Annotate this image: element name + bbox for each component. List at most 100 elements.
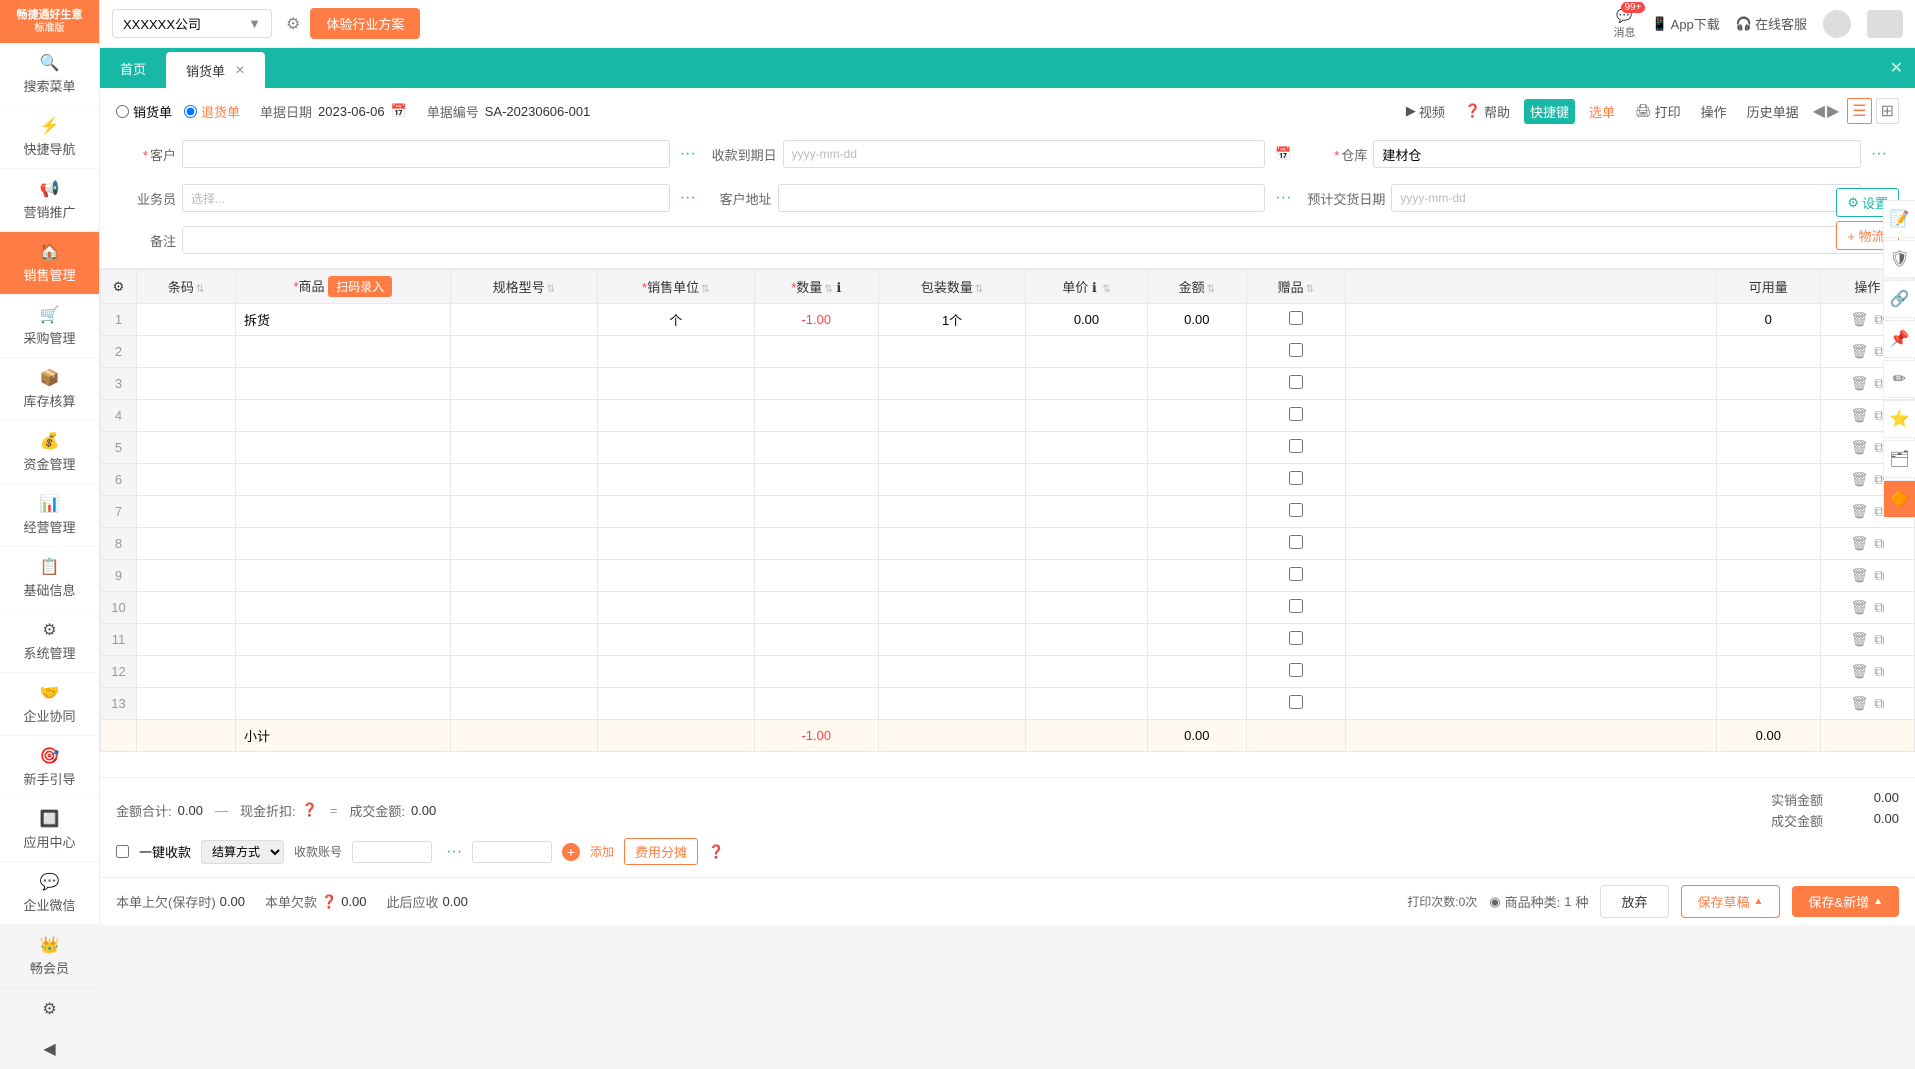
address-picker-icon[interactable]: ··· bbox=[1275, 189, 1291, 207]
row-pack-qty[interactable] bbox=[878, 624, 1025, 656]
float-edit-button[interactable]: ✏ bbox=[1883, 360, 1915, 398]
video-button[interactable]: ▶ 视频 bbox=[1400, 99, 1451, 124]
select-button[interactable]: 选单 bbox=[1583, 99, 1621, 124]
row-delete-icon[interactable]: 🗑 bbox=[1850, 631, 1868, 648]
tab-sales-order[interactable]: 销货单 ✕ bbox=[166, 52, 265, 88]
row-qty[interactable] bbox=[754, 688, 878, 720]
row-unit[interactable] bbox=[597, 528, 754, 560]
row-unit[interactable] bbox=[597, 464, 754, 496]
history-button[interactable]: 历史单据 bbox=[1741, 99, 1805, 124]
row-gift[interactable] bbox=[1246, 592, 1345, 624]
discount-help-icon[interactable]: ❓ bbox=[302, 802, 318, 818]
row-unit[interactable] bbox=[597, 400, 754, 432]
row-amount[interactable] bbox=[1147, 400, 1246, 432]
row-unit[interactable] bbox=[597, 496, 754, 528]
help-button[interactable]: ❓ 帮助 bbox=[1459, 99, 1516, 124]
scan-button[interactable]: 扫码录入 bbox=[328, 276, 392, 297]
row-qty[interactable]: -1.00 bbox=[754, 304, 878, 336]
row-delete-icon[interactable]: 🗑 bbox=[1850, 375, 1868, 392]
row-pack-qty[interactable] bbox=[878, 496, 1025, 528]
row-delete-icon[interactable]: 🗑 bbox=[1850, 311, 1868, 328]
customer-picker-icon[interactable]: ··· bbox=[680, 145, 696, 163]
row-copy-icon[interactable]: ⧉ bbox=[1874, 599, 1884, 616]
row-copy-icon[interactable]: ⧉ bbox=[1874, 567, 1884, 584]
account-picker-icon[interactable]: ··· bbox=[446, 843, 462, 861]
row-gift[interactable] bbox=[1246, 336, 1345, 368]
sidebar-item-inventory[interactable]: 📦 库存核算 bbox=[0, 358, 99, 421]
topbar-gear-icon[interactable]: ⚙ bbox=[286, 14, 300, 34]
save-draft-button[interactable]: 保存草稿 ▲ bbox=[1681, 885, 1781, 918]
row-price[interactable] bbox=[1026, 400, 1148, 432]
row-price[interactable] bbox=[1026, 496, 1148, 528]
row-amount[interactable] bbox=[1147, 656, 1246, 688]
row-gift[interactable] bbox=[1246, 368, 1345, 400]
sidebar-settings[interactable]: ⚙ bbox=[0, 989, 99, 1029]
row-amount[interactable] bbox=[1147, 688, 1246, 720]
row-barcode[interactable] bbox=[137, 464, 236, 496]
row-barcode[interactable] bbox=[137, 336, 236, 368]
row-delete-icon[interactable]: 🗑 bbox=[1850, 471, 1868, 488]
row-goods[interactable] bbox=[236, 624, 451, 656]
company-selector[interactable]: XXXXXX公司 ▼ bbox=[112, 9, 272, 38]
row-qty[interactable] bbox=[754, 496, 878, 528]
app-download-button[interactable]: 📱 App下载 bbox=[1651, 14, 1719, 33]
row-gift[interactable] bbox=[1246, 496, 1345, 528]
row-amount[interactable] bbox=[1147, 368, 1246, 400]
row-unit[interactable] bbox=[597, 560, 754, 592]
row-gift[interactable] bbox=[1246, 400, 1345, 432]
row-pack-qty[interactable] bbox=[878, 656, 1025, 688]
row-gift[interactable] bbox=[1246, 528, 1345, 560]
row-unit[interactable] bbox=[597, 656, 754, 688]
row-unit[interactable] bbox=[597, 624, 754, 656]
row-gift[interactable] bbox=[1246, 304, 1345, 336]
row-unit[interactable] bbox=[597, 336, 754, 368]
row-gift[interactable] bbox=[1246, 656, 1345, 688]
customer-input[interactable] bbox=[182, 140, 670, 168]
online-service-button[interactable]: 🎧 在线客服 bbox=[1736, 14, 1807, 33]
row-unit[interactable]: 个 bbox=[597, 304, 754, 336]
sidebar-item-search[interactable]: 🔍 搜索菜单 bbox=[0, 43, 99, 106]
row-price[interactable] bbox=[1026, 592, 1148, 624]
row-delete-icon[interactable]: 🗑 bbox=[1850, 503, 1868, 520]
row-price[interactable] bbox=[1026, 528, 1148, 560]
print-button[interactable]: 🖨 打印 bbox=[1629, 99, 1687, 124]
add-payment-button[interactable]: + bbox=[562, 843, 580, 861]
row-goods[interactable] bbox=[236, 336, 451, 368]
row-qty[interactable] bbox=[754, 400, 878, 432]
row-copy-icon[interactable]: ⧉ bbox=[1874, 535, 1884, 552]
row-qty[interactable] bbox=[754, 528, 878, 560]
row-unit[interactable] bbox=[597, 688, 754, 720]
tab-close-all[interactable]: ✕ bbox=[1890, 58, 1915, 78]
row-goods[interactable] bbox=[236, 688, 451, 720]
row-price[interactable] bbox=[1026, 368, 1148, 400]
row-goods[interactable] bbox=[236, 592, 451, 624]
row-delete-icon[interactable]: 🗑 bbox=[1850, 663, 1868, 680]
user-avatar[interactable] bbox=[1823, 10, 1851, 38]
tab-home[interactable]: 首页 bbox=[100, 48, 166, 88]
row-goods[interactable] bbox=[236, 560, 451, 592]
row-gift[interactable] bbox=[1246, 432, 1345, 464]
row-qty[interactable] bbox=[754, 432, 878, 464]
row-price[interactable] bbox=[1026, 624, 1148, 656]
row-copy-icon[interactable]: ⧉ bbox=[1874, 695, 1884, 712]
salesperson-picker-icon[interactable]: ··· bbox=[680, 189, 696, 207]
row-goods[interactable] bbox=[236, 528, 451, 560]
row-goods[interactable] bbox=[236, 496, 451, 528]
list-view-icon[interactable]: ☰ bbox=[1847, 98, 1871, 124]
row-amount[interactable] bbox=[1147, 560, 1246, 592]
sidebar-item-basics[interactable]: 📋 基础信息 bbox=[0, 547, 99, 610]
sidebar-item-wechat[interactable]: 💬 企业微信 bbox=[0, 862, 99, 925]
row-pack-qty[interactable] bbox=[878, 688, 1025, 720]
row-spec[interactable] bbox=[450, 688, 597, 720]
row-price[interactable] bbox=[1026, 560, 1148, 592]
row-spec[interactable] bbox=[450, 528, 597, 560]
row-amount[interactable] bbox=[1147, 592, 1246, 624]
row-qty[interactable] bbox=[754, 368, 878, 400]
row-spec[interactable] bbox=[450, 592, 597, 624]
discard-button[interactable]: 放弃 bbox=[1600, 885, 1668, 918]
row-barcode[interactable] bbox=[137, 592, 236, 624]
row-amount[interactable]: 0.00 bbox=[1147, 304, 1246, 336]
row-barcode[interactable] bbox=[137, 400, 236, 432]
message-button[interactable]: 💬 消息 99+ bbox=[1613, 8, 1635, 40]
row-goods[interactable] bbox=[236, 400, 451, 432]
